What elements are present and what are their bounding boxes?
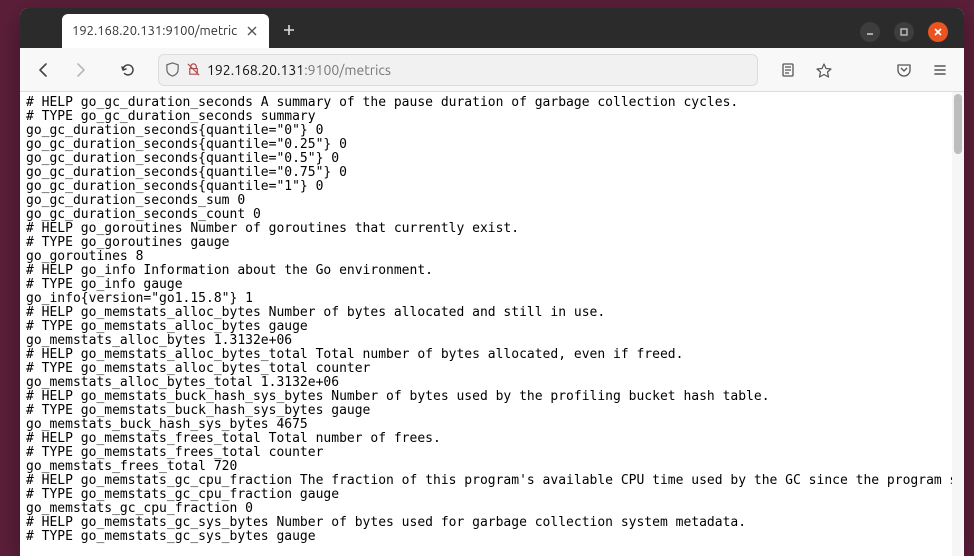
url-rest: :9100/metrics (304, 62, 391, 78)
reader-mode-icon[interactable] (772, 54, 804, 86)
menu-icon[interactable] (924, 54, 956, 86)
browser-tab[interactable]: 192.168.20.131:9100/metric (62, 14, 269, 48)
url-bar[interactable]: 192.168.20.131:9100/metrics (158, 54, 758, 86)
browser-window: 192.168.20.131:9100/metric (20, 8, 964, 556)
url-text: 192.168.20.131:9100/metrics (207, 62, 751, 78)
minimize-button[interactable] (860, 22, 880, 42)
scrollbar-thumb[interactable] (954, 94, 962, 154)
forward-button[interactable] (64, 54, 96, 86)
shield-icon[interactable] (165, 62, 180, 77)
pocket-icon[interactable] (888, 54, 920, 86)
tab-strip: 192.168.20.131:9100/metric (20, 8, 964, 48)
window-close-button[interactable] (928, 22, 948, 42)
toolbar: 192.168.20.131:9100/metrics (20, 48, 964, 92)
close-icon[interactable] (243, 22, 261, 40)
reload-button[interactable] (112, 54, 144, 86)
maximize-button[interactable] (894, 22, 914, 42)
new-tab-button[interactable] (275, 16, 303, 44)
metrics-text[interactable]: # HELP go_gc_duration_seconds A summary … (20, 92, 952, 556)
window-controls (860, 22, 956, 42)
bookmark-icon[interactable] (808, 54, 840, 86)
page-content: # HELP go_gc_duration_seconds A summary … (20, 92, 964, 556)
lock-insecure-icon[interactable] (186, 62, 201, 77)
url-host: 192.168.20.131 (207, 62, 304, 78)
tab-title: 192.168.20.131:9100/metric (72, 24, 237, 38)
scrollbar[interactable] (952, 92, 964, 556)
back-button[interactable] (28, 54, 60, 86)
